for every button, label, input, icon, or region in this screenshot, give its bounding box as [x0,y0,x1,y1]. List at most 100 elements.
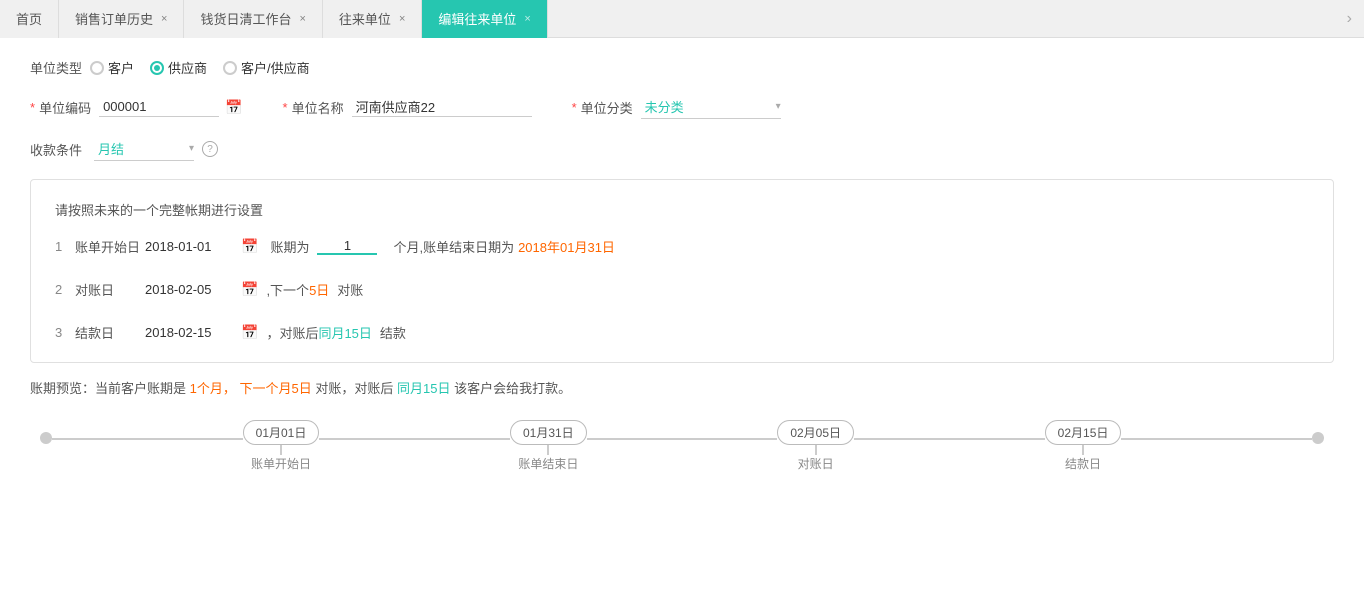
tl-connector-4 [1082,445,1084,455]
tl-node-2: 01月31日 账单结束日 [510,420,587,472]
period-suffix-before-1: 账期为 [270,237,309,256]
period-end-date-highlight: 2018年01月31日 [518,237,615,256]
tl-line-2 [587,438,778,440]
unit-name-label: 单位名称 [292,98,344,117]
tl-badge-1: 01月01日 [243,420,320,445]
period-day-highlight-2: 5日 [309,280,329,299]
period-row-1: 1 账单开始日 2018-01-01 📅 账期为 个月,账单结束日期为 2018… [55,237,1309,256]
tl-line-1 [319,438,510,440]
preview-mid: 对账，对账后 [315,381,393,396]
unit-code-label: 单位编码 [39,98,91,117]
unit-cat-value: 未分类 [641,95,772,118]
chevron-down-icon: ▾ [776,101,781,112]
tl-connector-3 [815,445,817,455]
period-num-2: 2 [55,282,75,297]
tab-cash-work[interactable]: 钱货日清工作台 × [184,0,322,38]
radio-both-circle [223,61,237,75]
tl-node-3: 02月05日 对账日 [777,420,854,472]
unit-name-star: * [283,100,288,115]
period-date-2: 2018-02-05 [145,282,235,297]
period-date-3: 2018-02-15 [145,325,235,340]
radio-customer[interactable]: 客户 [90,58,134,77]
tl-label-1: 账单开始日 [251,455,311,472]
tab-home-label: 首页 [16,9,42,28]
unit-name-input[interactable] [352,97,532,117]
preview-text: 账期预览：当前客户账期是 1个月， 下一个月5日 对账，对账后 同月15日 该客… [30,379,1334,400]
period-suffix3-before: ，对账后 [266,323,318,342]
unit-cat-label: 单位分类 [581,98,633,117]
period-row-2: 2 对账日 2018-02-05 📅 ,下一个 5日 对账 [55,280,1309,299]
tab-cash-close[interactable]: × [299,13,305,25]
tl-badge-3: 02月05日 [777,420,854,445]
period-name-2: 对账日 [75,280,145,299]
preview-label: 账期预览：当前客户账期是 [30,381,186,396]
preview-payment: 同月15日 [397,381,450,396]
period-name-1: 账单开始日 [75,237,145,256]
tab-partner-unit[interactable]: 往来单位 × [323,0,422,38]
tl-label-3: 对账日 [798,455,834,472]
tl-badge-4: 02月15日 [1045,420,1122,445]
radio-both-label: 客户/供应商 [241,58,310,77]
tab-edit-close[interactable]: × [524,13,530,25]
unit-info-row: * 单位编码 📅 * 单位名称 * 单位分类 未分类 ▾ [30,95,1334,119]
unit-cat-star: * [572,100,577,115]
period-months-input[interactable] [317,238,377,255]
tab-sales-close[interactable]: × [161,13,167,25]
radio-customer-label: 客户 [108,58,134,77]
unit-code-icon[interactable]: 📅 [225,99,242,116]
tl-line-4 [1121,438,1312,440]
period-suffix-after-1: 个月,账单结束日期为 [393,237,514,256]
tab-sales-label: 销售订单历史 [75,9,153,28]
period-settings-box: 请按照未来的一个完整帐期进行设置 1 账单开始日 2018-01-01 📅 账期… [30,179,1334,363]
tab-bar: 首页 销售订单历史 × 钱货日清工作台 × 往来单位 × 编辑往来单位 × › [0,0,1364,38]
radio-customer-circle [90,61,104,75]
radio-both[interactable]: 客户/供应商 [223,58,310,77]
tab-expand-btn[interactable]: › [1335,10,1364,28]
tl-connector-2 [547,445,549,455]
tab-partner-close[interactable]: × [399,13,405,25]
payment-label: 收款条件 [30,140,82,159]
unit-type-label: 单位类型 [30,58,82,77]
period-date-1: 2018-01-01 [145,239,235,254]
payment-help-icon[interactable]: ? [202,141,218,157]
tl-node-4: 02月15日 结款日 [1045,420,1122,472]
tab-partner-label: 往来单位 [339,9,391,28]
timeline-start-dot [40,420,52,444]
unit-name-group: * 单位名称 [283,97,532,117]
period-cal-icon-1[interactable]: 📅 [241,238,258,255]
radio-group-unit-type: 客户 供应商 客户/供应商 [90,58,310,77]
period-row-3: 3 结款日 2018-02-15 📅 ，对账后 同月15日 结款 [55,323,1309,342]
payment-value: 月结 [94,137,185,160]
timeline-container: 01月01日 账单开始日 01月31日 账单结束日 02月05日 对账日 02月… [30,420,1334,472]
tl-dot-start [40,432,52,444]
tab-home[interactable]: 首页 [0,0,59,38]
preview-reconcile: 下一个月5日 [240,381,312,396]
tab-sales-order-history[interactable]: 销售订单历史 × [59,0,184,38]
period-name-3: 结款日 [75,323,145,342]
tab-cash-label: 钱货日清工作台 [200,9,291,28]
unit-code-input[interactable] [99,97,219,117]
period-cal-icon-2[interactable]: 📅 [241,281,258,298]
tl-label-2: 账单结束日 [518,455,578,472]
period-suffix3-after: 结款 [380,323,406,342]
period-suffix2-after: 对账 [337,280,363,299]
tl-node-1: 01月01日 账单开始日 [243,420,320,472]
payment-chevron-icon: ▾ [189,143,194,154]
unit-code-group: * 单位编码 📅 [30,97,243,117]
tab-edit-partner[interactable]: 编辑往来单位 × [422,0,547,38]
unit-code-star: * [30,100,35,115]
timeline-end-dot [1312,420,1324,444]
period-suffix2-before: ,下一个 [266,280,309,299]
period-num-3: 3 [55,325,75,340]
payment-select[interactable]: 月结 ▾ [94,137,194,161]
payment-condition-row: 收款条件 月结 ▾ ? [30,137,1334,161]
period-cal-icon-3[interactable]: 📅 [241,324,258,341]
period-num-1: 1 [55,239,75,254]
unit-category-group: * 单位分类 未分类 ▾ [572,95,781,119]
radio-supplier[interactable]: 供应商 [150,58,207,77]
preview-end: 该客户会给我打款。 [454,381,571,396]
unit-cat-select[interactable]: 未分类 ▾ [641,95,781,119]
period-day-highlight-3: 同月15日 [318,323,371,342]
main-content: 单位类型 客户 供应商 客户/供应商 * 单位编码 📅 * 单位名称 [0,38,1364,608]
unit-type-row: 单位类型 客户 供应商 客户/供应商 [30,58,1334,77]
